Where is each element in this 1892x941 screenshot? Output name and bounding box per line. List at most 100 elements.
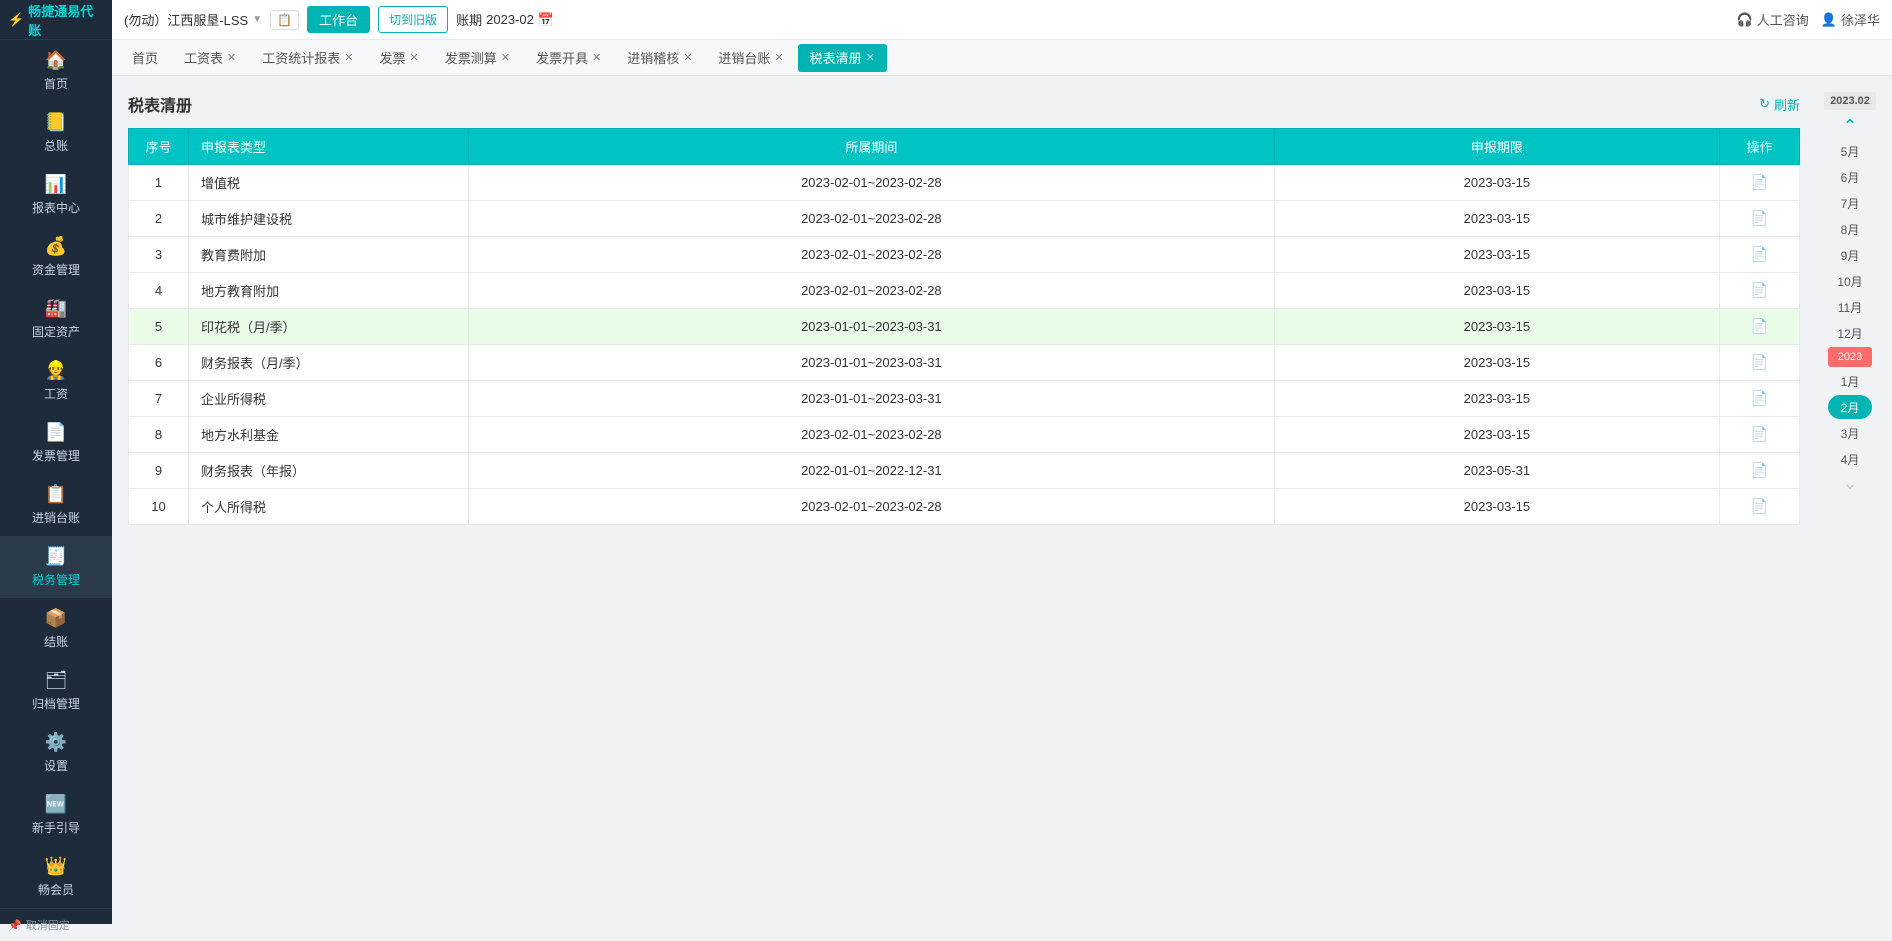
table-header-row: 序号 申报表类型 所属期间 申报期限 操作 [129, 129, 1800, 165]
action-icon[interactable]: 📄 [1751, 318, 1768, 334]
table-row: 1 增值税 2023-02-01~2023-02-28 2023-03-15 📄 [129, 165, 1800, 201]
sidebar-item-label: 报表中心 [32, 199, 80, 216]
pin-icon: 📌 [8, 919, 22, 932]
period-label: 账期 [456, 10, 482, 29]
switch-old-button[interactable]: 切到旧版 [378, 6, 448, 33]
cal-month-9[interactable]: 9月 [1828, 243, 1872, 267]
tab-invoice-open[interactable]: 发票开具 ✕ [524, 44, 613, 72]
cal-month-8[interactable]: 8月 [1828, 217, 1872, 241]
cal-month-7[interactable]: 7月 [1828, 191, 1872, 215]
cell-no: 6 [129, 345, 189, 381]
cal-month-10[interactable]: 10月 [1828, 269, 1872, 293]
tab-label: 进销台账 [718, 48, 770, 67]
close-icon: 📦 [45, 608, 67, 629]
tab-home[interactable]: 首页 [120, 44, 170, 72]
sidebar-item-tax[interactable]: 🧾 税务管理 [0, 536, 112, 598]
col-header-action: 操作 [1720, 129, 1800, 165]
cell-period: 2023-02-01~2023-02-28 [469, 489, 1275, 525]
cal-month-1[interactable]: 1月 [1828, 369, 1872, 393]
sidebar-item-settings[interactable]: ⚙️ 设置 [0, 722, 112, 784]
cell-no: 5 [129, 309, 189, 345]
tab-label: 发票测算 [445, 48, 497, 67]
company-selector[interactable]: (勿动）江西服垦-LSS ▼ [124, 10, 262, 29]
tab-sales-ledger[interactable]: 进销台账 ✕ [706, 44, 795, 72]
action-icon[interactable]: 📄 [1751, 174, 1768, 190]
tab-label: 工资表 [184, 48, 223, 67]
refresh-label: 刷新 [1774, 95, 1800, 114]
cal-month-3[interactable]: 3月 [1828, 421, 1872, 445]
action-icon[interactable]: 📄 [1751, 426, 1768, 442]
sidebar-item-close[interactable]: 📦 结账 [0, 598, 112, 660]
user-avatar-icon: 👤 [1821, 12, 1837, 28]
cal-month-12[interactable]: 12月 [1828, 321, 1872, 345]
calendar-down-button[interactable]: ⌄ [1824, 473, 1876, 494]
guide-icon: 🆕 [45, 794, 67, 815]
tab-close-icon[interactable]: ✕ [501, 51, 510, 64]
cal-month-11[interactable]: 11月 [1828, 295, 1872, 319]
sidebar-item-home[interactable]: 🏠 首页 [0, 40, 112, 102]
tab-close-icon[interactable]: ✕ [866, 51, 875, 64]
cell-period: 2023-02-01~2023-02-28 [469, 273, 1275, 309]
sidebar-item-label: 税务管理 [32, 571, 80, 588]
tab-close-icon[interactable]: ✕ [410, 51, 419, 64]
sidebar-item-report[interactable]: 📊 报表中心 [0, 164, 112, 226]
sidebar-item-guide[interactable]: 🆕 新手引导 [0, 784, 112, 846]
workbench-button[interactable]: 工作台 [307, 6, 370, 33]
cell-name: 财务报表（月/季） [189, 345, 469, 381]
sidebar-item-salary[interactable]: 👷 工资 [0, 350, 112, 412]
cell-no: 8 [129, 417, 189, 453]
copy-button[interactable]: 📋 [270, 10, 299, 30]
refresh-button[interactable]: ↻ 刷新 [1759, 95, 1800, 114]
action-icon[interactable]: 📄 [1751, 354, 1768, 370]
sidebar-item-vip[interactable]: 👑 畅会员 [0, 846, 112, 908]
action-icon[interactable]: 📄 [1751, 462, 1768, 478]
cell-name: 印花税（月/季） [189, 309, 469, 345]
cell-name: 企业所得税 [189, 381, 469, 417]
cell-period: 2023-02-01~2023-02-28 [469, 201, 1275, 237]
sidebar-item-label: 设置 [44, 757, 68, 774]
cal-month-6[interactable]: 6月 [1828, 165, 1872, 189]
tab-close-icon[interactable]: ✕ [774, 51, 783, 64]
sidebar-item-ledger[interactable]: 📒 总账 [0, 102, 112, 164]
sidebar-item-sales-ledger[interactable]: 📋 进销台账 [0, 474, 112, 536]
sidebar-item-fund[interactable]: 💰 资金管理 [0, 226, 112, 288]
tab-close-icon[interactable]: ✕ [683, 51, 692, 64]
cal-month-2-active[interactable]: 2月 [1828, 395, 1872, 419]
tab-close-icon[interactable]: ✕ [344, 51, 353, 64]
sidebar-item-archive[interactable]: 🗂 归档管理 [0, 660, 112, 722]
calendar-header: 2023.02 [1824, 92, 1876, 110]
cell-deadline: 2023-03-15 [1274, 489, 1719, 525]
cell-period: 2023-01-01~2023-03-31 [469, 345, 1275, 381]
unpin-button[interactable]: 📌 取消固定 [0, 908, 112, 941]
logo-text: 畅捷通易代账 [28, 1, 104, 39]
col-header-deadline: 申报期限 [1274, 129, 1719, 165]
action-icon[interactable]: 📄 [1751, 498, 1768, 514]
sidebar-item-assets[interactable]: 🏭 固定资产 [0, 288, 112, 350]
action-icon[interactable]: 📄 [1751, 282, 1768, 298]
sidebar-item-invoice[interactable]: 📄 发票管理 [0, 412, 112, 474]
archive-icon: 🗂 [45, 670, 68, 691]
col-header-no: 序号 [129, 129, 189, 165]
tab-invoice[interactable]: 发票 ✕ [367, 44, 430, 72]
cell-period: 2023-01-01~2023-03-31 [469, 381, 1275, 417]
table-row: 9 财务报表（年报） 2022-01-01~2022-12-31 2023-05… [129, 453, 1800, 489]
action-icon[interactable]: 📄 [1751, 246, 1768, 262]
action-icon[interactable]: 📄 [1751, 210, 1768, 226]
sidebar: ⚡ 畅捷通易代账 🏠 首页 📒 总账 📊 报表中心 💰 资金管理 🏭 固定资产 … [0, 0, 112, 924]
tab-close-icon[interactable]: ✕ [592, 51, 601, 64]
cell-action: 📄 [1720, 165, 1800, 201]
tab-tax-list[interactable]: 税表清册 ✕ [798, 44, 887, 72]
table-row: 5 印花税（月/季） 2023-01-01~2023-03-31 2023-03… [129, 309, 1800, 345]
user-profile-button[interactable]: 👤 徐泽华 [1821, 10, 1880, 29]
tab-invoice-calc[interactable]: 发票测算 ✕ [433, 44, 522, 72]
tab-close-icon[interactable]: ✕ [227, 51, 236, 64]
ai-consult-button[interactable]: 🎧 人工咨询 [1737, 10, 1809, 29]
cal-month-5[interactable]: 5月 [1828, 139, 1872, 163]
tab-salary-table[interactable]: 工资表 ✕ [172, 44, 248, 72]
tab-sales-check[interactable]: 进销稽核 ✕ [615, 44, 704, 72]
action-icon[interactable]: 📄 [1751, 390, 1768, 406]
calendar-up-button[interactable]: ⌃ [1824, 116, 1876, 137]
tab-salary-stat[interactable]: 工资统计报表 ✕ [250, 44, 365, 72]
cal-month-4[interactable]: 4月 [1828, 447, 1872, 471]
page-header: 税表清册 ↻ 刷新 [128, 92, 1800, 116]
